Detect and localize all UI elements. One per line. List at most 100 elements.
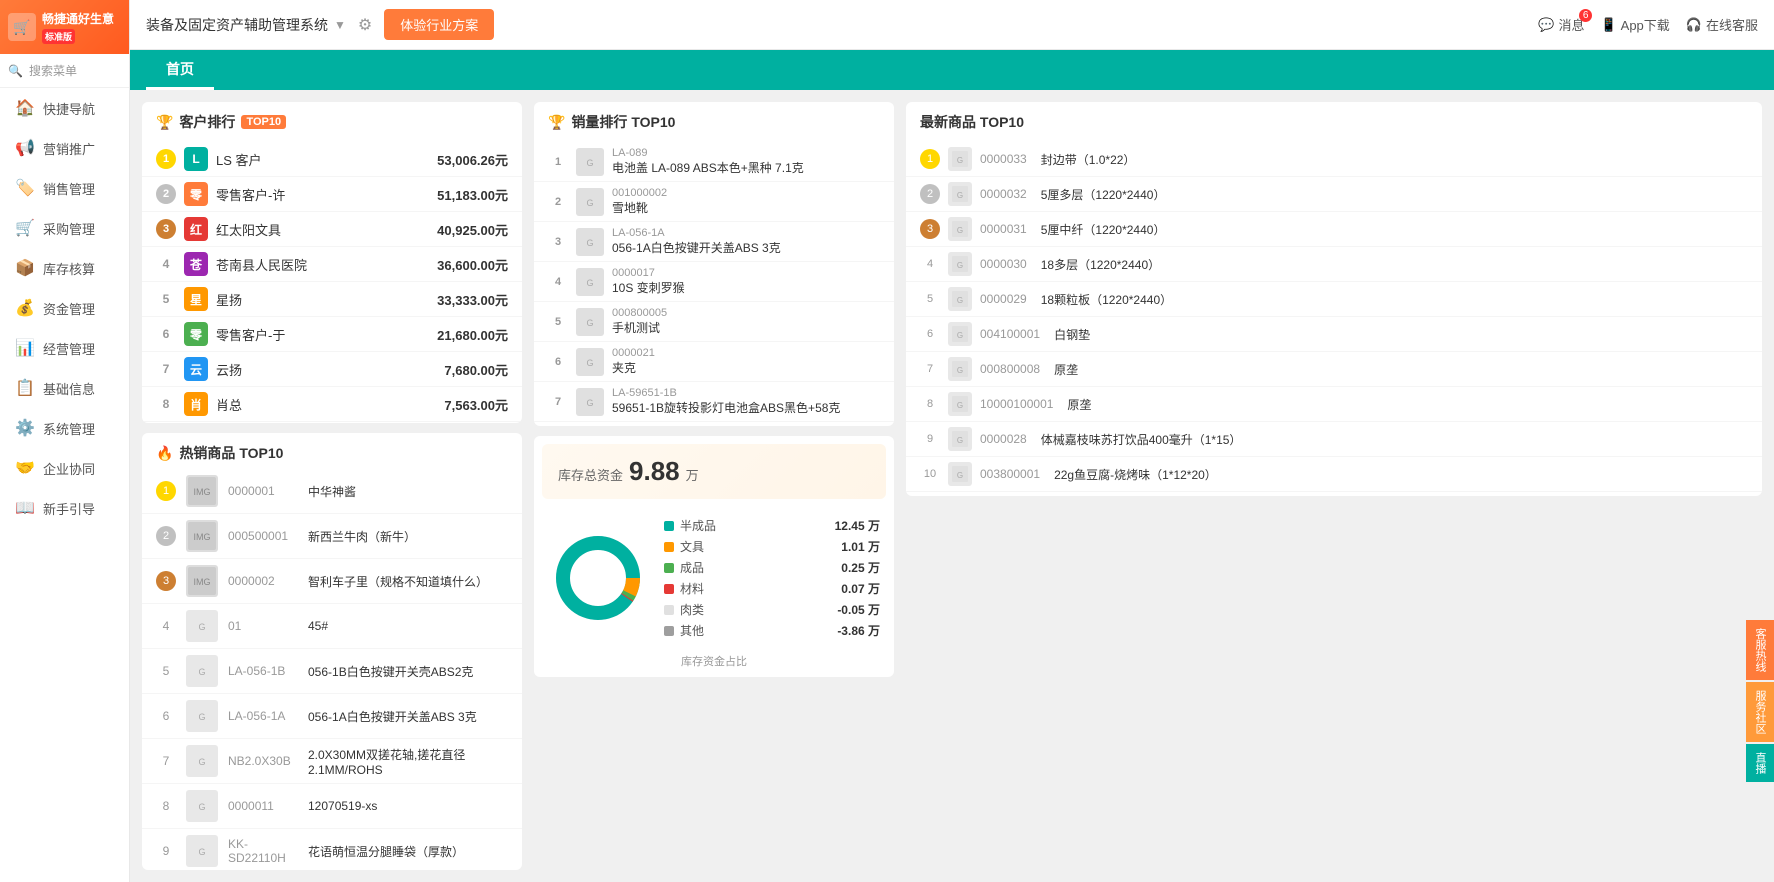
nav-icon-8: ⚙️ bbox=[15, 418, 35, 438]
new-item-4: 5 G 0000029 18颗粒板（1220*2440） bbox=[906, 282, 1762, 317]
rank-avatar-1: 零 bbox=[184, 182, 208, 206]
mid-panel: 🏆 销量排行 TOP10 1 G LA-089 电池盖 LA-089 ABS本色… bbox=[534, 102, 894, 870]
rank-amount-1: 51,183.00元 bbox=[437, 185, 508, 204]
rank-avatar-6: 云 bbox=[184, 357, 208, 381]
sales-thumb-4: G bbox=[576, 308, 604, 336]
rank-name-0: LS 客户 bbox=[216, 150, 429, 169]
sales-info-5: 0000021 夹克 bbox=[612, 347, 655, 376]
rank-num-2: 3 bbox=[156, 219, 176, 239]
sales-code-2: LA-056-1A bbox=[612, 227, 781, 239]
sidebar-item-label-9: 企业协同 bbox=[43, 459, 95, 478]
hot-name-4: 056-1B白色按键开关壳ABS2克 bbox=[308, 663, 508, 680]
search-menu-btn[interactable]: 🔍 搜索菜单 bbox=[8, 62, 121, 79]
hot-name-3: 45# bbox=[308, 619, 508, 633]
sales-rank-0: 1 bbox=[548, 152, 568, 172]
new-code-0: 0000033 bbox=[980, 152, 1027, 166]
hot-item-2: 3 IMG 0000002 智利车子里（规格不知道填什么） bbox=[142, 559, 522, 604]
rank-num-1: 2 bbox=[156, 184, 176, 204]
header-left: 装备及固定资产辅助管理系统 ▼ ⚙ 体验行业方案 bbox=[146, 9, 494, 40]
legend-item-3: 材料 0.07 万 bbox=[664, 578, 880, 599]
system-name: 装备及固定资产辅助管理系统 ▼ bbox=[146, 15, 346, 35]
hot-code-0: 0000001 bbox=[228, 484, 298, 498]
sidebar-item-label-0: 快捷导航 bbox=[43, 99, 95, 118]
trial-button[interactable]: 体验行业方案 bbox=[384, 9, 494, 40]
sales-info-4: 000800005 手机测试 bbox=[612, 307, 667, 336]
online-service-btn[interactable]: 🎧 在线客服 bbox=[1686, 15, 1758, 34]
svg-text:G: G bbox=[198, 622, 205, 632]
legend-item-2: 成品 0.25 万 bbox=[664, 557, 880, 578]
sidebar-item-nav2[interactable]: 🏷️ 销售管理 bbox=[0, 168, 129, 208]
customer-ranking-card: 🏆 客户排行 TOP10 1 L LS 客户 53,006.26元 2 零 零售… bbox=[142, 102, 522, 423]
hot-code-3: 01 bbox=[228, 619, 298, 633]
sales-code-1: 001000002 bbox=[612, 187, 667, 199]
hot-img-8: G bbox=[186, 835, 218, 867]
svg-text:G: G bbox=[586, 318, 593, 328]
new-item-8: 9 G 0000028 体械嘉枝味苏打饮品400毫升（1*15） bbox=[906, 422, 1762, 457]
sidebar-item-nav1[interactable]: 📢 营销推广 bbox=[0, 128, 129, 168]
new-name-4: 18颗粒板（1220*2440） bbox=[1041, 291, 1172, 308]
hot-rank-5: 6 bbox=[156, 709, 176, 723]
logo-badge: 标准版 bbox=[42, 29, 75, 44]
hot-rank-0: 1 bbox=[156, 481, 176, 501]
sidebar-item-nav6[interactable]: 📊 经营管理 bbox=[0, 328, 129, 368]
new-thumb-0: G bbox=[948, 147, 972, 171]
sidebar-item-label-3: 采购管理 bbox=[43, 219, 95, 238]
hot-name-6: 2.0X30MM双搓花轴,搓花直径2.1MM/ROHS bbox=[308, 746, 508, 777]
left-panel: 🏆 客户排行 TOP10 1 L LS 客户 53,006.26元 2 零 零售… bbox=[142, 102, 522, 870]
rank-avatar-4: 星 bbox=[184, 287, 208, 311]
new-code-8: 0000028 bbox=[980, 432, 1027, 446]
svg-text:G: G bbox=[198, 847, 205, 857]
new-name-1: 5厘多层（1220*2440） bbox=[1041, 186, 1166, 203]
legend-dot-3 bbox=[664, 584, 674, 594]
hot-products-list: 1 IMG 0000001 中华神酱 2 IMG 000500001 新西兰牛肉… bbox=[142, 469, 522, 870]
service-hotline-btn[interactable]: 客服热线 bbox=[1746, 620, 1774, 680]
hot-img-3: G bbox=[186, 610, 218, 642]
service-community-btn[interactable]: 服务社区 bbox=[1746, 682, 1774, 742]
hot-rank-1: 2 bbox=[156, 526, 176, 546]
hot-name-5: 056-1A白色按键开关盖ABS 3克 bbox=[308, 708, 508, 725]
sales-thumb-1: G bbox=[576, 188, 604, 216]
sidebar-item-nav7[interactable]: 📋 基础信息 bbox=[0, 368, 129, 408]
sales-name-1: 雪地靴 bbox=[612, 199, 667, 216]
sidebar-item-nav5[interactable]: 💰 资金管理 bbox=[0, 288, 129, 328]
sidebar-item-nav4[interactable]: 📦 库存核算 bbox=[0, 248, 129, 288]
sales-rank-6: 7 bbox=[548, 392, 568, 412]
new-item-3: 4 G 0000030 18多层（1220*2440） bbox=[906, 247, 1762, 282]
svg-text:G: G bbox=[957, 156, 963, 165]
donut-chart bbox=[548, 528, 648, 628]
hot-code-1: 000500001 bbox=[228, 529, 298, 543]
new-products-header: 最新商品 TOP10 bbox=[906, 102, 1762, 138]
fire-icon: 🔥 bbox=[156, 445, 173, 462]
sidebar-item-nav9[interactable]: 🤝 企业协同 bbox=[0, 448, 129, 488]
logo-title: 畅捷通好生意 bbox=[42, 10, 114, 27]
sidebar-item-nav0[interactable]: 🏠 快捷导航 bbox=[0, 88, 129, 128]
notifications-btn[interactable]: 💬 消息 6 bbox=[1538, 15, 1584, 34]
message-icon: 💬 bbox=[1538, 17, 1554, 33]
new-code-9: 003800001 bbox=[980, 467, 1040, 481]
tab-home[interactable]: 首页 bbox=[146, 50, 214, 90]
new-code-5: 004100001 bbox=[980, 327, 1040, 341]
rank-num-7: 8 bbox=[156, 394, 176, 414]
gear-icon[interactable]: ⚙ bbox=[358, 15, 372, 35]
svg-text:G: G bbox=[586, 278, 593, 288]
main-area: 装备及固定资产辅助管理系统 ▼ ⚙ 体验行业方案 💬 消息 6 📱 App下载 … bbox=[130, 0, 1774, 882]
hot-rank-3: 4 bbox=[156, 619, 176, 633]
svg-text:G: G bbox=[957, 226, 963, 235]
hot-code-6: NB2.0X30B bbox=[228, 754, 298, 768]
sales-code-6: LA-59651-1B bbox=[612, 387, 840, 399]
sidebar-search[interactable]: 🔍 搜索菜单 bbox=[0, 54, 129, 88]
hot-img-1: IMG bbox=[186, 520, 218, 552]
app-download-btn[interactable]: 📱 App下载 bbox=[1600, 15, 1669, 34]
sales-rank-3: 4 bbox=[548, 272, 568, 292]
service-live-btn[interactable]: 直播 bbox=[1746, 744, 1774, 782]
sales-item-3: 4 G 0000017 10S 变刺罗猴 bbox=[534, 262, 894, 302]
rank-avatar-7: 肖 bbox=[184, 392, 208, 416]
sidebar-item-nav8[interactable]: ⚙️ 系统管理 bbox=[0, 408, 129, 448]
sidebar-item-nav3[interactable]: 🛒 采购管理 bbox=[0, 208, 129, 248]
svg-text:IMG: IMG bbox=[194, 532, 211, 542]
hot-products-header: 🔥 热销商品 TOP10 bbox=[142, 433, 522, 469]
legend-value-1: 1.01 万 bbox=[841, 538, 880, 555]
svg-text:G: G bbox=[586, 198, 593, 208]
sales-name-2: 056-1A白色按键开关盖ABS 3克 bbox=[612, 239, 781, 256]
sidebar-item-nav10[interactable]: 📖 新手引导 bbox=[0, 488, 129, 528]
